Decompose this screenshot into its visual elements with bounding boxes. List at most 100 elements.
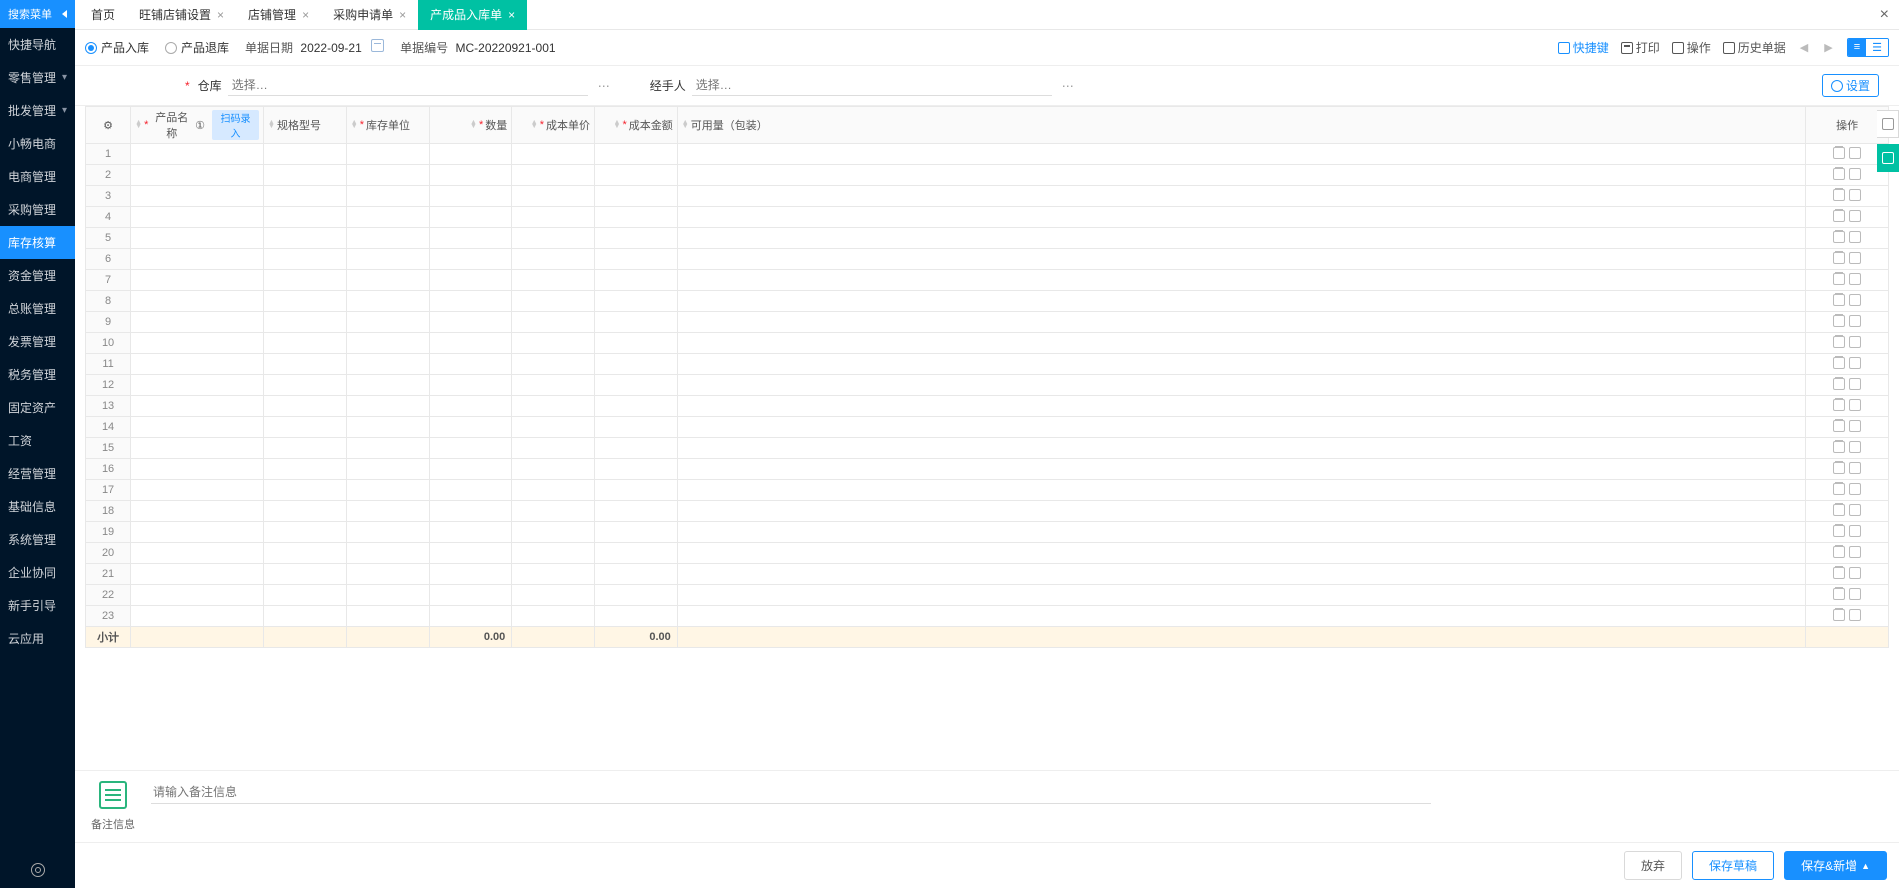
table-row[interactable]: 22 bbox=[86, 585, 1889, 606]
copy-row-icon[interactable] bbox=[1849, 189, 1861, 201]
sidebar-item-7[interactable]: 资金管理 bbox=[0, 259, 75, 292]
tab-4[interactable]: 产成品入库单× bbox=[418, 0, 527, 30]
delete-row-icon[interactable] bbox=[1833, 588, 1845, 600]
tab-3[interactable]: 采购申请单× bbox=[321, 0, 418, 30]
delete-row-icon[interactable] bbox=[1833, 483, 1845, 495]
tab-1[interactable]: 旺铺店铺设置× bbox=[127, 0, 236, 30]
delete-row-icon[interactable] bbox=[1833, 609, 1845, 621]
next-doc-icon[interactable]: ▶ bbox=[1822, 41, 1834, 54]
table-row[interactable]: 18 bbox=[86, 501, 1889, 522]
table-row[interactable]: 14 bbox=[86, 417, 1889, 438]
print-button[interactable]: 打印 bbox=[1621, 39, 1660, 56]
delete-row-icon[interactable] bbox=[1833, 336, 1845, 348]
sidebar-item-5[interactable]: 采购管理 bbox=[0, 193, 75, 226]
radio-product-in[interactable]: 产品入库 bbox=[85, 39, 149, 56]
remarks-input[interactable] bbox=[151, 781, 1431, 804]
table-row[interactable]: 16 bbox=[86, 459, 1889, 480]
prev-doc-icon[interactable]: ◀ bbox=[1798, 41, 1810, 54]
save-draft-button[interactable]: 保存草稿 bbox=[1692, 851, 1774, 880]
discard-button[interactable]: 放弃 bbox=[1624, 851, 1682, 880]
sidebar-item-9[interactable]: 发票管理 bbox=[0, 325, 75, 358]
tab-2[interactable]: 店铺管理× bbox=[236, 0, 321, 30]
view-list-icon[interactable]: ≡ bbox=[1848, 39, 1866, 56]
history-button[interactable]: 历史单据 bbox=[1723, 39, 1786, 56]
table-row[interactable]: 15 bbox=[86, 438, 1889, 459]
calendar-icon[interactable] bbox=[371, 39, 384, 52]
delete-row-icon[interactable] bbox=[1833, 168, 1845, 180]
handler-select[interactable] bbox=[692, 75, 1052, 96]
close-icon[interactable]: × bbox=[217, 8, 224, 22]
sidebar-item-1[interactable]: 零售管理▾ bbox=[0, 61, 75, 94]
copy-row-icon[interactable] bbox=[1849, 504, 1861, 516]
table-row[interactable]: 7 bbox=[86, 270, 1889, 291]
sidebar-item-10[interactable]: 税务管理 bbox=[0, 358, 75, 391]
table-row[interactable]: 2 bbox=[86, 165, 1889, 186]
copy-row-icon[interactable] bbox=[1849, 483, 1861, 495]
copy-row-icon[interactable] bbox=[1849, 252, 1861, 264]
copy-row-icon[interactable] bbox=[1849, 294, 1861, 306]
table-row[interactable]: 1 bbox=[86, 144, 1889, 165]
table-row[interactable]: 17 bbox=[86, 480, 1889, 501]
close-icon[interactable]: × bbox=[399, 8, 406, 22]
copy-row-icon[interactable] bbox=[1849, 546, 1861, 558]
delete-row-icon[interactable] bbox=[1833, 420, 1845, 432]
more-icon[interactable]: ⋯ bbox=[1062, 79, 1074, 93]
save-and-new-button[interactable]: 保存&新增▲ bbox=[1784, 851, 1887, 880]
sidebar-item-4[interactable]: 电商管理 bbox=[0, 160, 75, 193]
delete-row-icon[interactable] bbox=[1833, 357, 1845, 369]
table-row[interactable]: 13 bbox=[86, 396, 1889, 417]
table-row[interactable]: 9 bbox=[86, 312, 1889, 333]
close-icon[interactable]: × bbox=[302, 8, 309, 22]
gear-icon[interactable] bbox=[31, 863, 45, 877]
sidebar-item-6[interactable]: 库存核算 bbox=[0, 226, 75, 259]
delete-row-icon[interactable] bbox=[1833, 294, 1845, 306]
delete-row-icon[interactable] bbox=[1833, 462, 1845, 474]
table-row[interactable]: 21 bbox=[86, 564, 1889, 585]
table-row[interactable]: 8 bbox=[86, 291, 1889, 312]
tab-0[interactable]: 首页 bbox=[79, 0, 127, 30]
delete-row-icon[interactable] bbox=[1833, 210, 1845, 222]
delete-row-icon[interactable] bbox=[1833, 399, 1845, 411]
copy-row-icon[interactable] bbox=[1849, 609, 1861, 621]
delete-row-icon[interactable] bbox=[1833, 567, 1845, 579]
copy-row-icon[interactable] bbox=[1849, 399, 1861, 411]
copy-row-icon[interactable] bbox=[1849, 420, 1861, 432]
date-value[interactable]: 2022-09-21 bbox=[300, 41, 361, 55]
col-unit[interactable]: ▲▼*库存单位 bbox=[346, 107, 429, 144]
table-row[interactable]: 3 bbox=[86, 186, 1889, 207]
col-qty[interactable]: ▲▼*数量 bbox=[429, 107, 512, 144]
table-row[interactable]: 11 bbox=[86, 354, 1889, 375]
col-product[interactable]: ▲▼*产品名称① 扫码录入 bbox=[131, 107, 264, 144]
settings-button[interactable]: 设置 bbox=[1822, 74, 1879, 97]
rail-active-button[interactable] bbox=[1877, 144, 1899, 172]
table-row[interactable]: 23 bbox=[86, 606, 1889, 627]
delete-row-icon[interactable] bbox=[1833, 147, 1845, 159]
table-row[interactable]: 20 bbox=[86, 543, 1889, 564]
delete-row-icon[interactable] bbox=[1833, 504, 1845, 516]
delete-row-icon[interactable] bbox=[1833, 378, 1845, 390]
copy-row-icon[interactable] bbox=[1849, 273, 1861, 285]
copy-row-icon[interactable] bbox=[1849, 231, 1861, 243]
sidebar-item-3[interactable]: 小畅电商 bbox=[0, 127, 75, 160]
copy-row-icon[interactable] bbox=[1849, 378, 1861, 390]
close-icon[interactable]: × bbox=[508, 8, 515, 22]
copy-row-icon[interactable] bbox=[1849, 168, 1861, 180]
delete-row-icon[interactable] bbox=[1833, 231, 1845, 243]
copy-row-icon[interactable] bbox=[1849, 462, 1861, 474]
delete-row-icon[interactable] bbox=[1833, 252, 1845, 264]
delete-row-icon[interactable] bbox=[1833, 546, 1845, 558]
view-detail-icon[interactable]: ☰ bbox=[1866, 39, 1888, 56]
sidebar-item-17[interactable]: 新手引导 bbox=[0, 589, 75, 622]
table-row[interactable]: 10 bbox=[86, 333, 1889, 354]
sidebar-item-18[interactable]: 云应用 bbox=[0, 622, 75, 655]
scan-badge[interactable]: 扫码录入 bbox=[212, 110, 259, 140]
warehouse-select[interactable] bbox=[228, 75, 588, 96]
delete-row-icon[interactable] bbox=[1833, 273, 1845, 285]
sidebar-item-13[interactable]: 经营管理 bbox=[0, 457, 75, 490]
sidebar-item-0[interactable]: 快捷导航 bbox=[0, 28, 75, 61]
sidebar-item-14[interactable]: 基础信息 bbox=[0, 490, 75, 523]
close-all-button[interactable]: × bbox=[1870, 6, 1899, 24]
col-spec[interactable]: ▲▼规格型号 bbox=[264, 107, 347, 144]
hotkey-button[interactable]: 快捷键 bbox=[1558, 39, 1609, 56]
delete-row-icon[interactable] bbox=[1833, 525, 1845, 537]
